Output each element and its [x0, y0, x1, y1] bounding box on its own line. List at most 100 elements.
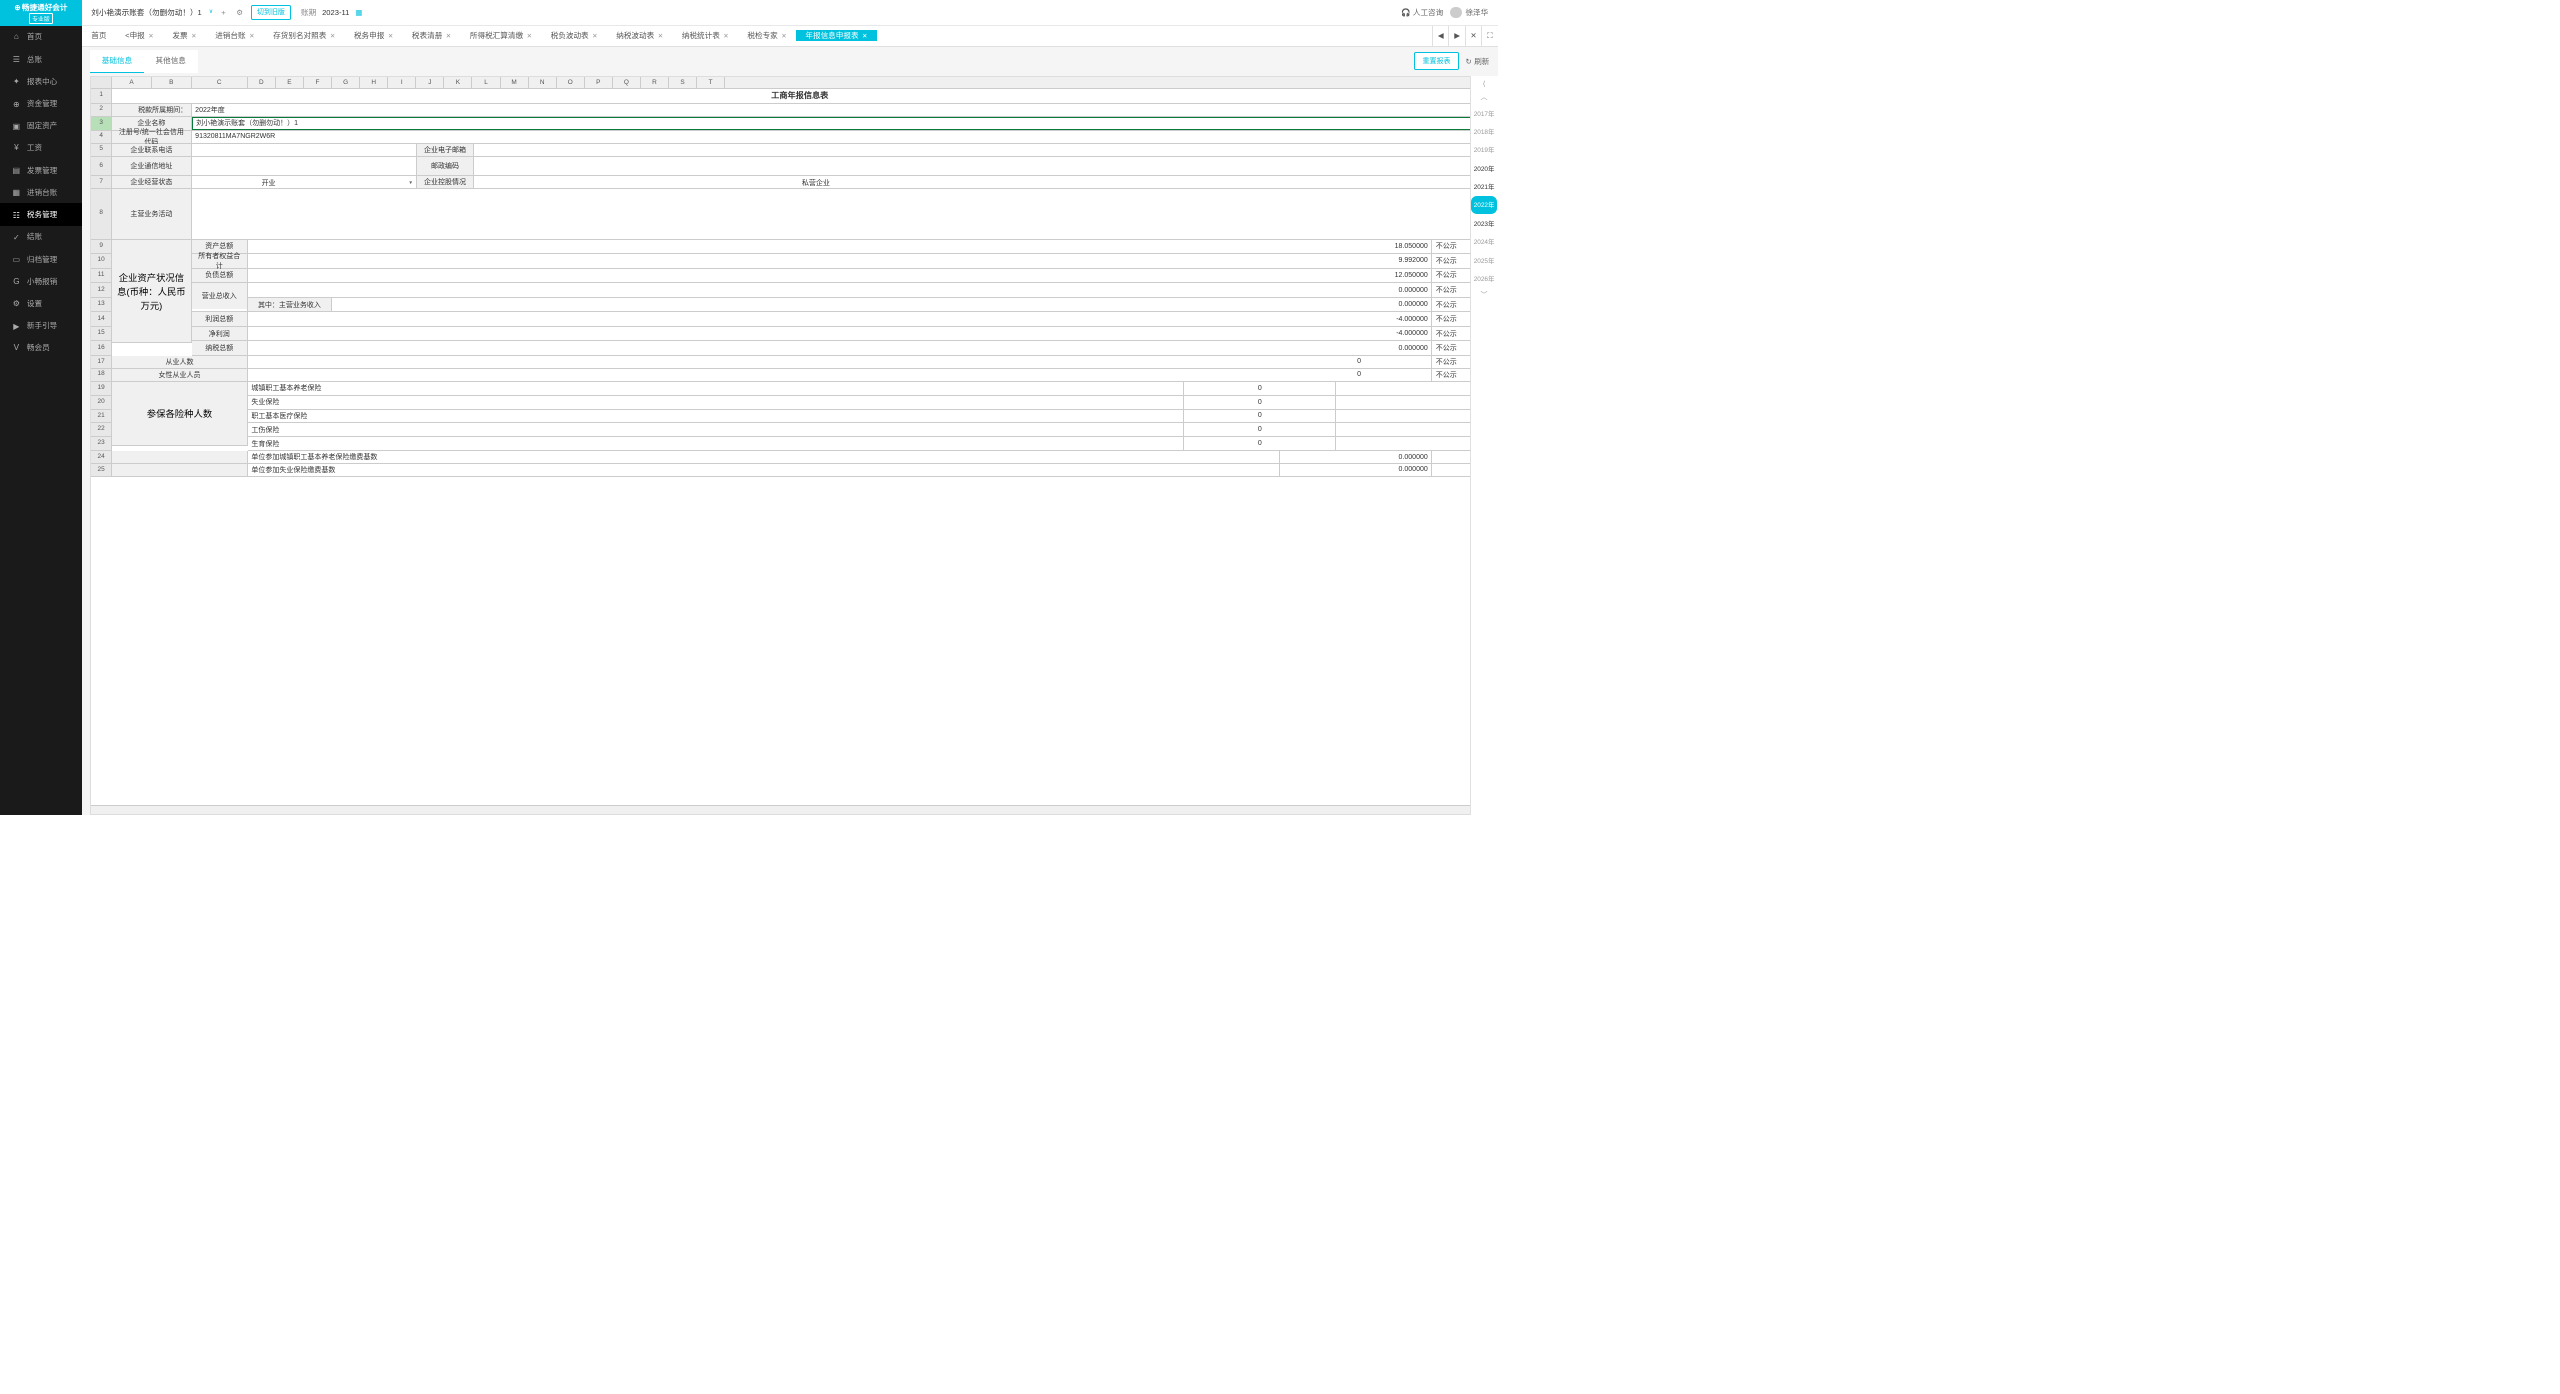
row-header[interactable]: 7	[91, 176, 112, 188]
subtab-0[interactable]: 基础信息	[90, 50, 144, 74]
row-header[interactable]: 12	[91, 283, 112, 298]
support-button[interactable]: 🎧人工咨询	[1401, 7, 1443, 18]
row-header[interactable]: 2	[91, 104, 112, 116]
year-up[interactable]: ︿	[1471, 90, 1498, 104]
close-icon[interactable]: ✕	[446, 32, 451, 40]
tab-close-all[interactable]: ✕	[1465, 26, 1481, 46]
col-header-S[interactable]: S	[669, 77, 697, 88]
col-header-L[interactable]: L	[472, 77, 500, 88]
empty[interactable]	[1336, 423, 1488, 436]
col-header-B[interactable]: B	[152, 77, 192, 88]
row-header[interactable]: 15	[91, 327, 112, 342]
sidebar-item-0[interactable]: ⌂首页	[0, 26, 82, 48]
row-header[interactable]: 9	[91, 240, 112, 255]
value-cell[interactable]: -4.000000	[248, 327, 1432, 341]
col-header-F[interactable]: F	[304, 77, 332, 88]
value-cell[interactable]: 0.000000	[248, 341, 1432, 355]
company-name-input[interactable]: 刘小艳演示账套（勿删勿动！）1	[192, 117, 1489, 130]
ins-value[interactable]: 0	[1184, 423, 1336, 436]
reg-code-value[interactable]: 91320811MA7NGR2W6R	[192, 131, 1489, 143]
value-cell[interactable]: 12.050000	[248, 269, 1432, 283]
close-icon[interactable]: ✕	[723, 32, 728, 40]
year-2018年[interactable]: 2018年	[1471, 122, 1496, 140]
reset-report-button[interactable]: 重置报表	[1414, 52, 1458, 70]
tab-5[interactable]: 税务申报✕	[345, 30, 403, 41]
tab-1[interactable]: <申报✕	[116, 30, 163, 41]
row-header[interactable]: 18	[91, 369, 112, 381]
row-header[interactable]: 3	[91, 117, 112, 130]
horizontal-scrollbar[interactable]	[91, 805, 1488, 814]
sidebar-item-10[interactable]: ▭归档管理	[0, 248, 82, 270]
year-collapse[interactable]: ⟨	[1471, 76, 1498, 90]
value-cell[interactable]: 0.000000	[332, 298, 1432, 312]
tab-6[interactable]: 税表清册✕	[403, 30, 461, 41]
sidebar-item-3[interactable]: ⊕资金管理	[0, 92, 82, 114]
empty[interactable]	[1336, 410, 1488, 423]
value-cell[interactable]: 0.000000	[248, 283, 1432, 297]
close-icon[interactable]: ✕	[148, 32, 153, 40]
col-header-D[interactable]: D	[248, 77, 276, 88]
row-header[interactable]: 25	[91, 464, 112, 476]
row-header[interactable]: 10	[91, 254, 112, 269]
row-header[interactable]: 11	[91, 269, 112, 284]
email-input[interactable]	[474, 144, 1489, 156]
calendar-icon[interactable]: ▦	[355, 8, 362, 17]
close-icon[interactable]: ✕	[249, 32, 254, 40]
status-select[interactable]: 开业▼	[192, 176, 418, 188]
tab-2[interactable]: 发票✕	[163, 30, 206, 41]
tab-4[interactable]: 存货别名对照表✕	[264, 30, 345, 41]
col-header-C[interactable]: C	[192, 77, 248, 88]
sidebar-item-4[interactable]: ▣固定资产	[0, 115, 82, 137]
tab-prev[interactable]: ◀	[1432, 26, 1448, 46]
row-header[interactable]: 17	[91, 356, 112, 368]
tab-8[interactable]: 税负波动表✕	[541, 30, 607, 41]
close-icon[interactable]: ✕	[592, 32, 597, 40]
row-header[interactable]: 24	[91, 451, 112, 463]
period-value[interactable]: 2022年度	[192, 104, 1489, 116]
sheet-body[interactable]: 1工商年报信息表2税款所属期间：2022年度3企业名称刘小艳演示账套（勿删勿动！…	[91, 89, 1488, 805]
year-down[interactable]: ﹀	[1471, 288, 1498, 302]
col-header-T[interactable]: T	[697, 77, 725, 88]
close-icon[interactable]: ✕	[527, 32, 532, 40]
account-selector[interactable]: 刘小艳演示账套（勿删勿动！）1 ∨	[91, 7, 213, 18]
value-cell[interactable]: 18.050000	[248, 240, 1432, 254]
year-2020年[interactable]: 2020年	[1471, 159, 1496, 177]
select-all-corner[interactable]	[91, 77, 112, 88]
year-2025年[interactable]: 2025年	[1471, 251, 1496, 269]
col-header-O[interactable]: O	[557, 77, 585, 88]
row-header[interactable]: 20	[91, 396, 112, 410]
empty[interactable]	[1336, 382, 1488, 395]
holding-select[interactable]: 私营企业▼	[474, 176, 1489, 188]
tab-0[interactable]: 首页	[82, 30, 116, 41]
close-icon[interactable]: ✕	[330, 32, 335, 40]
col-header-Q[interactable]: Q	[613, 77, 641, 88]
value-cell[interactable]: 9.992000	[248, 254, 1432, 268]
row-header[interactable]: 5	[91, 144, 112, 156]
col-header-H[interactable]: H	[360, 77, 388, 88]
year-2026年[interactable]: 2026年	[1471, 269, 1496, 287]
sidebar-item-6[interactable]: ▤发票管理	[0, 159, 82, 181]
col-header-P[interactable]: P	[585, 77, 613, 88]
sidebar-item-8[interactable]: ☷税务管理	[0, 203, 82, 225]
row-header[interactable]: 19	[91, 382, 112, 396]
add-icon[interactable]: +	[219, 6, 228, 20]
sidebar-item-14[interactable]: V畅会员	[0, 337, 82, 359]
sidebar-item-5[interactable]: ¥工资	[0, 137, 82, 159]
sidebar-item-2[interactable]: ✦报表中心	[0, 70, 82, 92]
base-value[interactable]: 0.000000	[1280, 451, 1432, 463]
empty[interactable]	[1336, 396, 1488, 409]
col-header-K[interactable]: K	[444, 77, 472, 88]
close-icon[interactable]: ✕	[862, 32, 867, 40]
base-value[interactable]: 0.000000	[1280, 464, 1432, 476]
fullscreen-icon[interactable]: ⛶	[1481, 26, 1497, 46]
sidebar-item-7[interactable]: ▦进销台账	[0, 181, 82, 203]
gear-icon[interactable]: ⚙	[234, 6, 245, 20]
employees-value[interactable]: 0	[248, 356, 1432, 368]
sidebar-item-9[interactable]: ✓结账	[0, 226, 82, 248]
refresh-button[interactable]: ↻刷新	[1466, 56, 1490, 67]
subtab-1[interactable]: 其他信息	[144, 50, 198, 74]
tab-3[interactable]: 进销台账✕	[206, 30, 264, 41]
row-header[interactable]: 16	[91, 341, 112, 356]
sidebar-item-13[interactable]: ▶新手引导	[0, 315, 82, 337]
close-icon[interactable]: ✕	[191, 32, 196, 40]
